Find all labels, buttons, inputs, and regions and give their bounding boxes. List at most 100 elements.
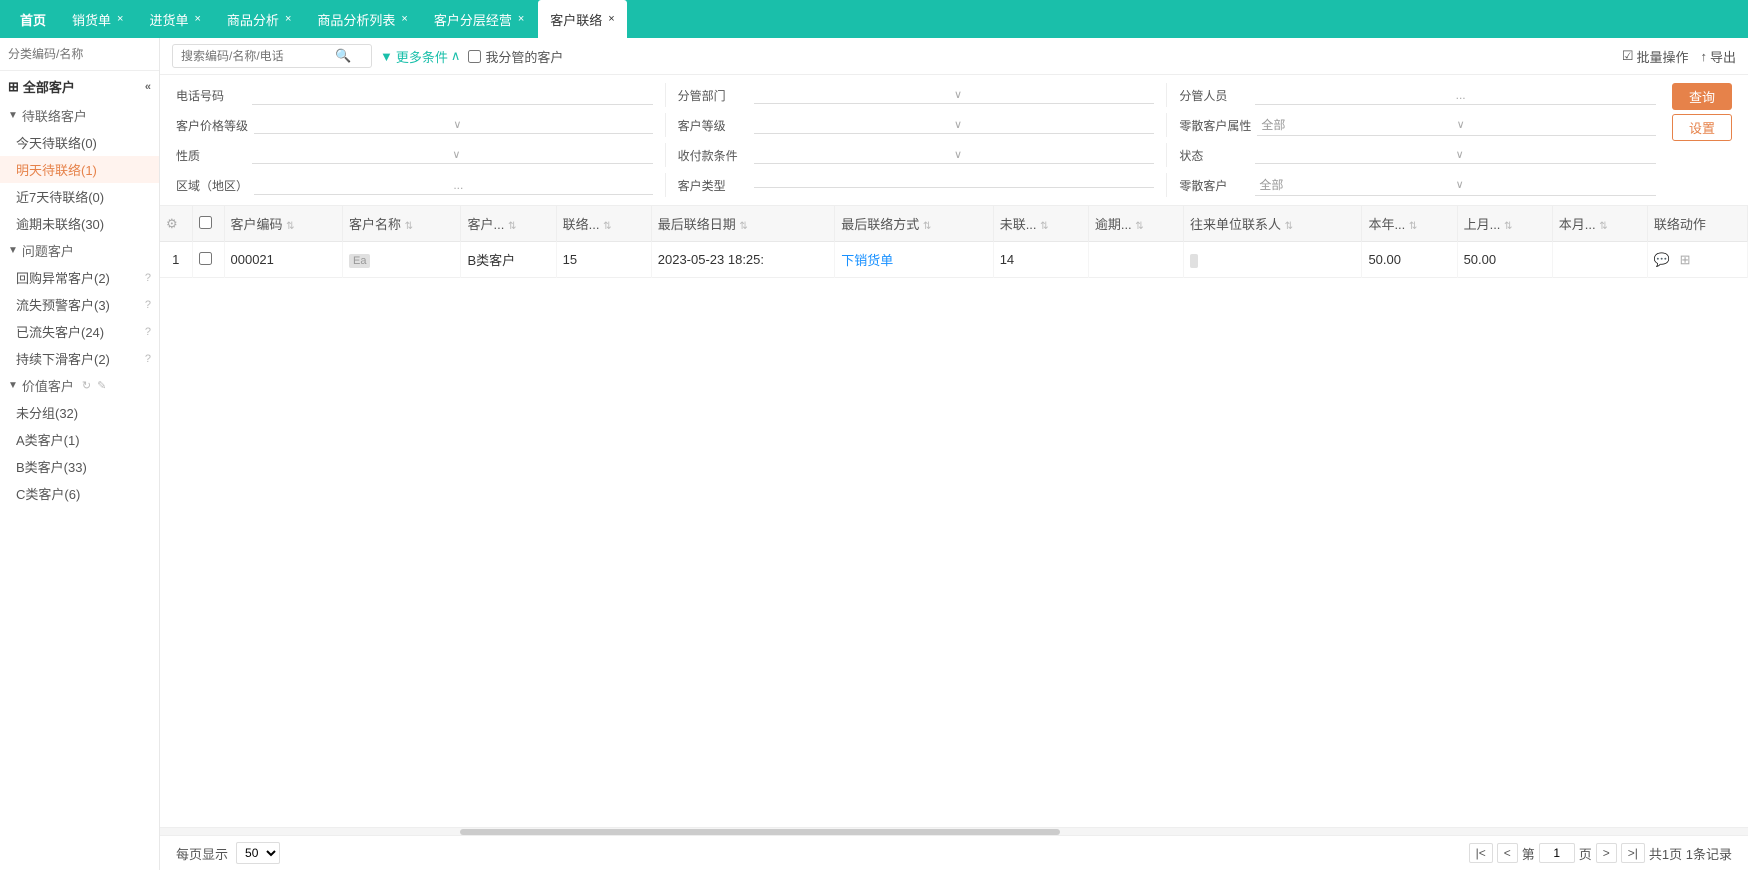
sort-year-icon[interactable]: ⇅: [1409, 221, 1417, 232]
chevron-down-icon7: ∨: [1456, 148, 1652, 161]
next-page-button[interactable]: >: [1596, 843, 1617, 863]
sidebar-search-input[interactable]: [8, 47, 160, 61]
status-select[interactable]: ∨: [1255, 146, 1656, 164]
group-pending-contact[interactable]: ▼ 待联络客户: [0, 102, 159, 129]
row-current-month: [1552, 242, 1647, 278]
sidebar-item-class-b[interactable]: B类客户(33): [0, 453, 159, 480]
filter-panel: 电话号码 分管部门 ∨ 分管人员: [160, 75, 1748, 206]
edit-icon[interactable]: ✎: [97, 379, 106, 392]
contact-action-icon[interactable]: 💬: [1654, 252, 1670, 267]
close-product-analysis-icon[interactable]: ×: [285, 13, 291, 25]
top-navigation: 首页 销货单 × 进货单 × 商品分析 × 商品分析列表 × 客户分层经营 × …: [0, 0, 1748, 38]
retail-customer-select[interactable]: 全部 ∨: [1255, 174, 1656, 196]
filter-payment: 收付款条件 ∨: [678, 146, 1155, 164]
sort-person-icon[interactable]: ⇅: [1285, 221, 1293, 232]
retail-attr-select[interactable]: 全部 ∨: [1257, 114, 1656, 136]
sidebar-item-churned[interactable]: 已流失客户(24) ?: [0, 318, 159, 345]
person-select[interactable]: ...: [1255, 86, 1656, 105]
all-customers-title[interactable]: ⊞ 全部客户 «: [0, 71, 159, 102]
nav-product-analysis[interactable]: 商品分析 ×: [215, 0, 303, 38]
sidebar-item-class-a[interactable]: A类客户(1): [0, 426, 159, 453]
help-icon2[interactable]: ?: [145, 299, 151, 311]
help-icon3[interactable]: ?: [145, 326, 151, 338]
sidebar-item-tomorrow-contact[interactable]: 明天待联络(1): [0, 156, 159, 183]
row-name: Ea: [342, 242, 460, 278]
nav-home[interactable]: 首页: [8, 0, 58, 38]
th-current-month: 本月... ⇅: [1552, 206, 1647, 242]
table-container: ⚙ 客户编码 ⇅ 客户名称 ⇅: [160, 206, 1748, 827]
th-uncontacted: 未联... ⇅: [993, 206, 1088, 242]
export-button[interactable]: ↑ 导出: [1700, 47, 1736, 66]
close-customer-contact-icon[interactable]: ×: [608, 13, 614, 25]
select-all-checkbox[interactable]: [199, 216, 212, 229]
filter-phone: 电话号码: [176, 86, 653, 105]
batch-button[interactable]: ☑ 批量操作: [1622, 47, 1689, 66]
prev-page-button[interactable]: <: [1497, 843, 1518, 863]
payment-select[interactable]: ∨: [754, 146, 1155, 164]
sidebar-item-rebuy-abnormal[interactable]: 回购异常客户(2) ?: [0, 264, 159, 291]
sidebar-item-ungrouped[interactable]: 未分组(32): [0, 399, 159, 426]
sort-count-icon[interactable]: ⇅: [603, 221, 611, 232]
per-page-select[interactable]: 50: [236, 842, 280, 864]
group-problem-customers[interactable]: ▼ 问题客户: [0, 237, 159, 264]
sort-current-month-icon[interactable]: ⇅: [1599, 221, 1607, 232]
sort-name-icon[interactable]: ⇅: [405, 221, 413, 232]
group-value-customers[interactable]: ▼ 价值客户 ↻ ✎: [0, 372, 159, 399]
help-icon4[interactable]: ?: [145, 353, 151, 365]
my-customers-checkbox-label[interactable]: 我分管的客户: [468, 47, 563, 66]
sidebar-item-churn-warning[interactable]: 流失预警客户(3) ?: [0, 291, 159, 318]
sort-date-icon[interactable]: ⇅: [739, 221, 747, 232]
sidebar-item-declining[interactable]: 持续下滑客户(2) ?: [0, 345, 159, 372]
retail-attr-label: 零散客户属性: [1179, 117, 1251, 134]
refresh-icon[interactable]: ↻: [82, 379, 91, 392]
sidebar-item-today-contact[interactable]: 今天待联络(0): [0, 129, 159, 156]
query-button[interactable]: 查询: [1672, 83, 1732, 110]
last-page-button[interactable]: >|: [1621, 843, 1645, 863]
scrollbar-thumb[interactable]: [460, 829, 1060, 835]
sidebar-item-overdue-contact[interactable]: 逾期未联络(30): [0, 210, 159, 237]
chevron-down-icon4: ∨: [1457, 118, 1652, 131]
sort-code-icon[interactable]: ⇅: [286, 221, 294, 232]
last-method-link[interactable]: 下销货单: [841, 253, 893, 268]
phone-input[interactable]: [252, 86, 653, 105]
dept-select[interactable]: ∨: [754, 86, 1155, 104]
sort-type-icon[interactable]: ⇅: [508, 221, 516, 232]
settings-button[interactable]: 设置: [1672, 114, 1732, 141]
help-icon[interactable]: ?: [145, 272, 151, 284]
sort-method-icon[interactable]: ⇅: [923, 221, 931, 232]
sort-overdue-icon[interactable]: ⇅: [1135, 221, 1143, 232]
close-product-analysis-list-icon[interactable]: ×: [401, 13, 407, 25]
horizontal-scrollbar[interactable]: [160, 827, 1748, 835]
gear-icon[interactable]: ⚙: [166, 216, 178, 231]
close-purchase-icon[interactable]: ×: [194, 13, 200, 25]
more-filter-button[interactable]: ▼ 更多条件 ∧: [380, 47, 460, 66]
nav-customer-contact[interactable]: 客户联络 ×: [538, 0, 626, 38]
my-customers-checkbox[interactable]: [468, 50, 481, 63]
nav-customer-tier[interactable]: 客户分层经营 ×: [422, 0, 536, 38]
page-number-input[interactable]: [1539, 843, 1575, 863]
sort-uncontacted-icon[interactable]: ⇅: [1040, 221, 1048, 232]
search-button[interactable]: 🔍: [335, 48, 351, 64]
first-page-button[interactable]: |<: [1469, 843, 1493, 863]
close-sales-icon[interactable]: ×: [117, 13, 123, 25]
sidebar-item-class-c[interactable]: C类客户(6): [0, 480, 159, 507]
nature-select[interactable]: ∨: [252, 146, 653, 164]
collapse-icon[interactable]: «: [145, 81, 151, 93]
customer-type-select[interactable]: [754, 183, 1155, 188]
customer-grade-select[interactable]: ∨: [754, 116, 1155, 134]
nav-purchase[interactable]: 进货单 ×: [137, 0, 212, 38]
search-input[interactable]: [181, 49, 331, 63]
more-action-icon[interactable]: ⊞: [1680, 252, 1691, 267]
close-customer-tier-icon[interactable]: ×: [518, 13, 524, 25]
region-select[interactable]: ...: [254, 176, 653, 195]
th-actions: 联络动作: [1647, 206, 1747, 242]
sort-last-month-icon[interactable]: ⇅: [1504, 221, 1512, 232]
sidebar-item-week-contact[interactable]: 近7天待联络(0): [0, 183, 159, 210]
filter-customer-type: 客户类型: [678, 177, 1155, 194]
nav-sales[interactable]: 销货单 ×: [60, 0, 135, 38]
row-checkbox[interactable]: [199, 252, 212, 265]
price-grade-select[interactable]: ∨: [254, 116, 653, 134]
nav-product-analysis-list[interactable]: 商品分析列表 ×: [305, 0, 419, 38]
export-icon: ↑: [1700, 49, 1707, 64]
pagination: |< < 第 页 > >| 共1页 1条记录: [1469, 843, 1732, 863]
